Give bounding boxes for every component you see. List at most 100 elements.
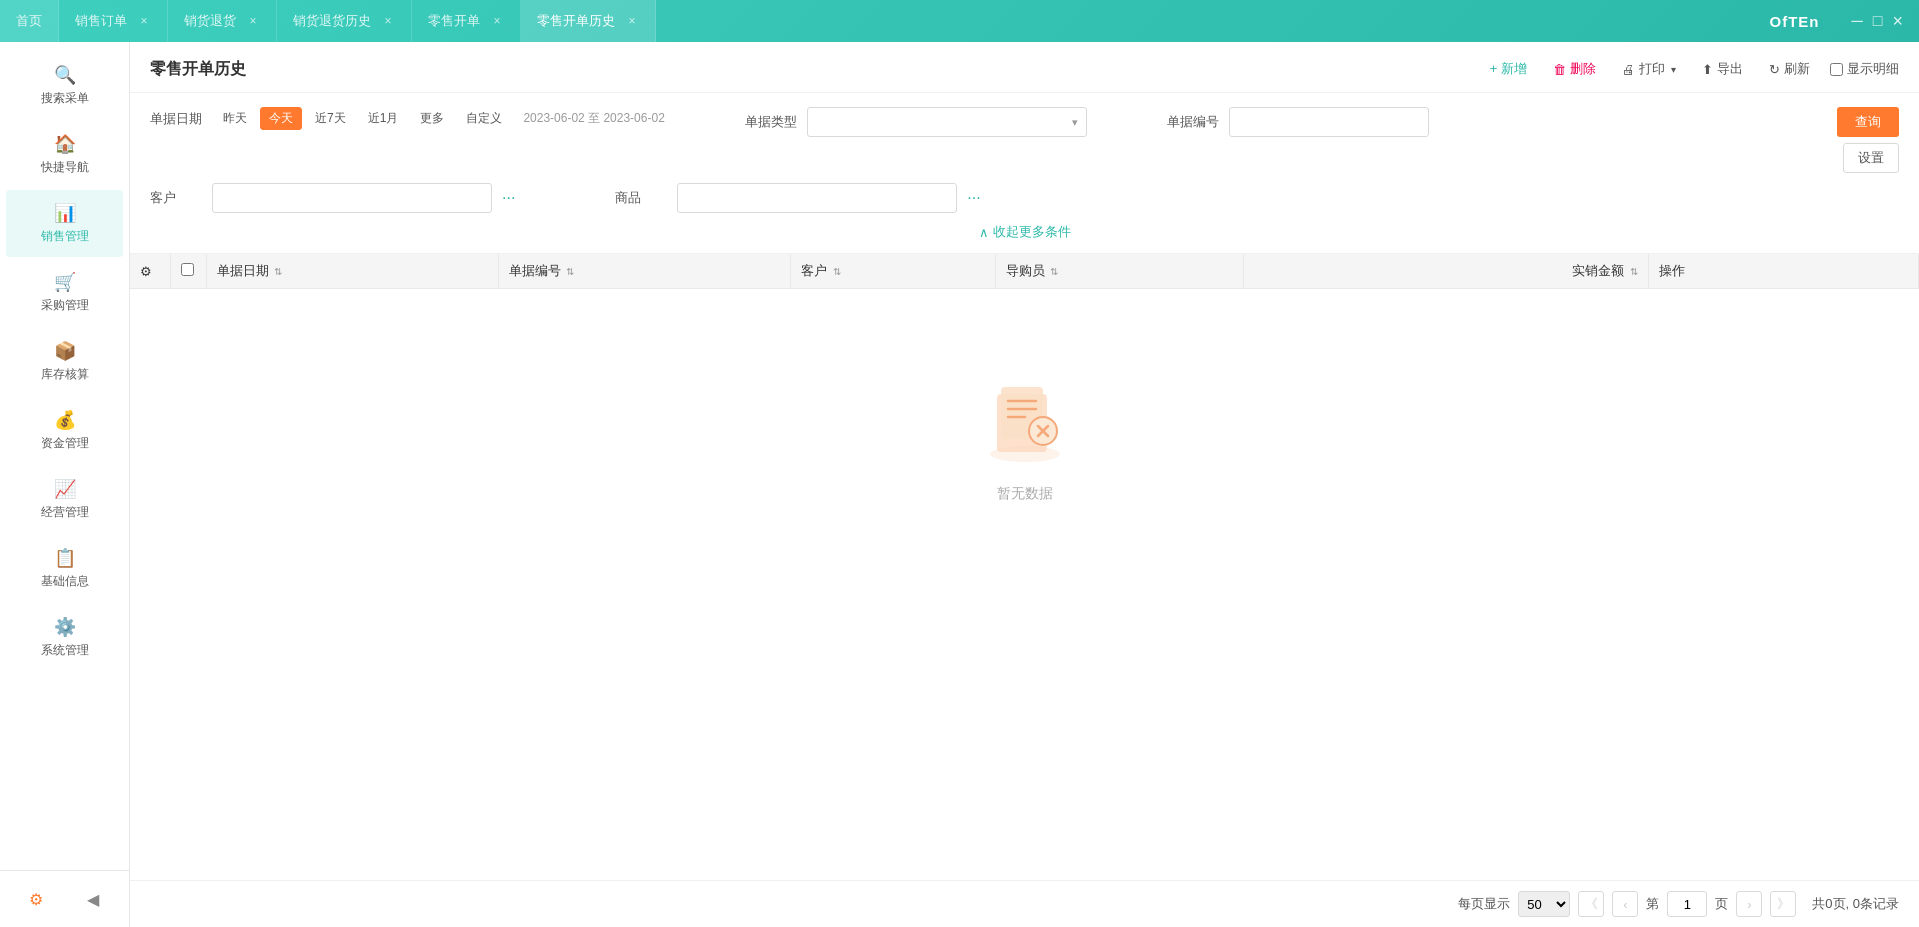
sidebar-label-system: 系统管理 [41, 642, 89, 659]
first-page-btn[interactable]: 《 [1578, 891, 1604, 917]
tab-销货退货[interactable]: 销货退货× [168, 0, 277, 42]
tab-销售订单[interactable]: 销售订单 × [59, 0, 168, 42]
sort-date-icon[interactable]: ⇅ [274, 266, 282, 277]
top-bar: 首页销售订单×销货退货×销货退货历史×零售开单×零售开单历史× OfTEn ─ … [0, 0, 1919, 42]
refresh-button[interactable]: ↻ 刷新 [1763, 56, 1816, 82]
date-btn-3[interactable]: 近1月 [359, 107, 408, 130]
type-dropdown-arrow: ▾ [1072, 116, 1078, 129]
next-page-btn[interactable]: › [1736, 891, 1762, 917]
tab-label-5: 零售开单历史 [537, 12, 615, 30]
tab-零售开单[interactable]: 零售开单 × [412, 0, 521, 42]
date-range-text: 2023-06-02 至 2023-06-02 [523, 110, 664, 127]
date-btn-2[interactable]: 近7天 [306, 107, 355, 130]
tab-label-0: 首页 [16, 12, 42, 30]
page-input[interactable] [1667, 891, 1707, 917]
goods-input[interactable] [677, 183, 957, 213]
th-settings[interactable]: ⚙ [130, 254, 170, 289]
sidebar-item-operation[interactable]: 📈经营管理 [6, 466, 123, 533]
tab-close-1[interactable]: × [137, 14, 151, 28]
sidebar-icon-sales: 📊 [54, 202, 76, 224]
add-button[interactable]: + 新增 [1484, 56, 1533, 82]
sidebar-settings-btn[interactable]: ⚙ [20, 883, 52, 915]
show-detail-checkbox-label[interactable]: 显示明细 [1830, 60, 1899, 78]
sidebar-item-basic[interactable]: 📋 基础信息 [6, 535, 123, 602]
content-area: 零售开单历史 + 新增 🗑 删除 🖨 打印 ▾ ⬆ 导出 ↻ [130, 42, 1919, 927]
settings-button[interactable]: 设置 [1843, 143, 1899, 173]
refresh-icon: ↻ [1769, 62, 1780, 77]
tab-销货退货历史[interactable]: 销货退货历史× [277, 0, 412, 42]
sidebar-icon-purchase: 🛒 [54, 271, 76, 293]
customer-ellipsis[interactable]: ··· [502, 189, 515, 207]
sort-customer-icon[interactable]: ⇅ [833, 266, 841, 277]
sidebar-icon-inventory: 📦 [54, 340, 76, 362]
sidebar-item-nav[interactable]: 🏠快捷导航 [6, 121, 123, 188]
tab-label-4: 零售开单 [428, 12, 480, 30]
export-button[interactable]: ⬆ 导出 [1696, 56, 1749, 82]
sidebar-label-operation: 经营管理 [41, 504, 89, 521]
th-checkbox[interactable] [170, 254, 206, 289]
tab-label-1: 销售订单 [75, 12, 127, 30]
brand-label: OfTEn [1753, 13, 1835, 30]
order-no-input[interactable] [1229, 107, 1429, 137]
empty-state: 暂无数据 [130, 289, 1919, 563]
collapse-icon: ∧ [979, 225, 989, 240]
toolbar: + 新增 🗑 删除 🖨 打印 ▾ ⬆ 导出 ↻ 刷新 [1484, 56, 1899, 82]
date-btn-0[interactable]: 昨天 [214, 107, 256, 130]
sort-amount-icon[interactable]: ⇅ [1630, 266, 1638, 277]
sidebar-item-inventory[interactable]: 📦库存核算 [6, 328, 123, 395]
sidebar-item-sales[interactable]: 📊销售管理 [6, 190, 123, 257]
print-dropdown-icon: ▾ [1671, 64, 1676, 75]
sidebar-collapse-btn[interactable]: ◀ [77, 883, 109, 915]
sidebar-item-search[interactable]: 🔍搜索采单 [6, 52, 123, 119]
delete-icon: 🗑 [1553, 62, 1566, 77]
data-table: ⚙ 单据日期 ⇅ 单据编号 ⇅ 客户 ⇅ [130, 254, 1919, 289]
sidebar-icon-basic: 📋 [54, 547, 76, 569]
collapse-filter-btn[interactable]: ∧ 收起更多条件 [150, 219, 1899, 245]
refresh-label: 刷新 [1784, 60, 1810, 78]
tab-close-2[interactable]: × [246, 14, 260, 28]
goods-ellipsis[interactable]: ··· [967, 189, 980, 207]
tab-close-3[interactable]: × [381, 14, 395, 28]
tab-bar: 首页销售订单×销货退货×销货退货历史×零售开单×零售开单历史× [0, 0, 1753, 42]
date-filter-label: 单据日期 [150, 110, 206, 128]
tab-close-5[interactable]: × [625, 14, 639, 28]
sidebar-label-finance: 资金管理 [41, 435, 89, 452]
sidebar-item-finance[interactable]: 💰资金管理 [6, 397, 123, 464]
date-btn-5[interactable]: 自定义 [457, 107, 511, 130]
tab-首页[interactable]: 首页 [0, 0, 59, 42]
filter-area: 单据日期 昨天今天近7天近1月更多自定义 2023-06-02 至 2023-0… [130, 93, 1919, 254]
sidebar-item-purchase[interactable]: 🛒采购管理 [6, 259, 123, 326]
tab-零售开单历史[interactable]: 零售开单历史 × [521, 0, 656, 42]
window-minimize-btn[interactable]: ─ [1851, 12, 1862, 30]
sidebar: 🔍搜索采单🏠快捷导航📊销售管理🛒采购管理📦库存核算💰资金管理📈经营管理 📋 基础信息… [0, 42, 130, 927]
window-maximize-btn[interactable]: □ [1873, 12, 1883, 30]
type-filter-dropdown[interactable]: ▾ [807, 107, 1087, 137]
customer-input[interactable] [212, 183, 492, 213]
query-actions: 查询 设置 [1449, 107, 1899, 173]
th-amount: 实销金额 ⇅ [1244, 254, 1649, 289]
sort-guide-icon[interactable]: ⇅ [1050, 266, 1058, 277]
page-size-select[interactable]: 50 10 20 100 [1518, 891, 1570, 917]
date-btn-1[interactable]: 今天 [260, 107, 302, 130]
sidebar-item-system[interactable]: ⚙️系统管理 [6, 604, 123, 671]
customer-filter-label: 客户 [150, 189, 206, 207]
th-customer: 客户 ⇅ [791, 254, 996, 289]
page-label: 第 [1646, 895, 1659, 913]
page-header: 零售开单历史 + 新增 🗑 删除 🖨 打印 ▾ ⬆ 导出 ↻ [130, 42, 1919, 93]
show-detail-checkbox[interactable] [1830, 63, 1843, 76]
tab-close-4[interactable]: × [490, 14, 504, 28]
sort-orderno-icon[interactable]: ⇅ [566, 266, 574, 277]
sidebar-label-search: 搜索采单 [41, 90, 89, 107]
date-filter-btns: 昨天今天近7天近1月更多自定义 [214, 107, 511, 130]
delete-button[interactable]: 🗑 删除 [1547, 56, 1602, 82]
select-all-checkbox[interactable] [181, 263, 194, 276]
last-page-btn[interactable]: 》 [1770, 891, 1796, 917]
table-area: ⚙ 单据日期 ⇅ 单据编号 ⇅ 客户 ⇅ [130, 254, 1919, 880]
sidebar-label-basic: 基础信息 [41, 573, 89, 590]
prev-page-btn[interactable]: ‹ [1612, 891, 1638, 917]
print-button[interactable]: 🖨 打印 ▾ [1616, 56, 1682, 82]
date-btn-4[interactable]: 更多 [411, 107, 453, 130]
query-button[interactable]: 查询 [1837, 107, 1899, 137]
window-close-btn[interactable]: × [1892, 11, 1903, 32]
sidebar-label-nav: 快捷导航 [41, 159, 89, 176]
